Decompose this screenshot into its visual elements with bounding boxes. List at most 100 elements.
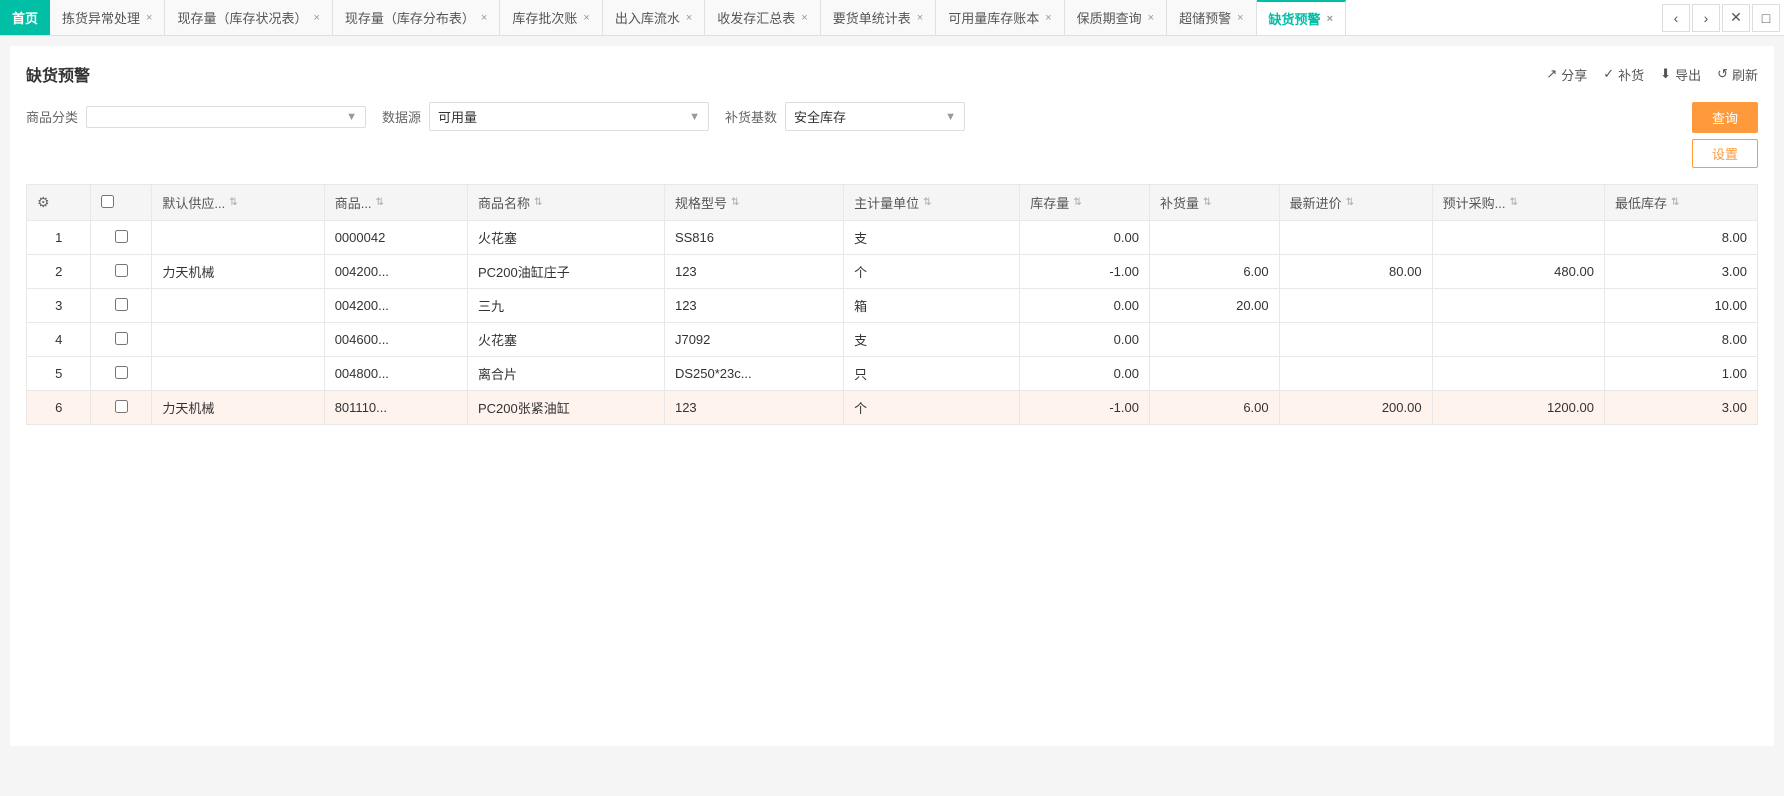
row-name: PC200张紧油缸 bbox=[467, 391, 664, 425]
tab-abnormal[interactable]: 拣货异常处理 × bbox=[50, 0, 165, 35]
row-checkbox-cell[interactable] bbox=[91, 221, 152, 255]
tab-window-restore-button[interactable]: ✕ bbox=[1722, 4, 1750, 32]
replenish-base-select[interactable]: 安全库存 ▼ bbox=[785, 102, 965, 131]
tab-close-batch[interactable]: × bbox=[583, 12, 589, 24]
tab-close-expiry[interactable]: × bbox=[1148, 12, 1154, 24]
row-checkbox[interactable] bbox=[115, 230, 128, 243]
share-button[interactable]: ↗ 分享 bbox=[1546, 65, 1587, 84]
row-code: 0000042 bbox=[324, 221, 467, 255]
row-estimated-purchase: 480.00 bbox=[1432, 255, 1604, 289]
row-supplier bbox=[152, 323, 324, 357]
row-latest-price: 200.00 bbox=[1279, 391, 1432, 425]
export-button[interactable]: ⬇ 导出 bbox=[1660, 65, 1701, 84]
tab-close-abnormal[interactable]: × bbox=[146, 12, 152, 24]
row-code: 801110... bbox=[324, 391, 467, 425]
row-stock: 0.00 bbox=[1020, 221, 1150, 255]
price-sort-icon[interactable]: ⇅ bbox=[1346, 197, 1354, 208]
row-estimated-purchase: 1200.00 bbox=[1432, 391, 1604, 425]
tab-close-shortage[interactable]: × bbox=[1327, 13, 1333, 25]
tab-prev-button[interactable]: ‹ bbox=[1662, 4, 1690, 32]
th-estimated-purchase: 预计采购... ⇅ bbox=[1432, 185, 1604, 221]
row-min-stock: 8.00 bbox=[1604, 221, 1757, 255]
setting-button[interactable]: 设置 bbox=[1692, 139, 1758, 168]
tab-inout[interactable]: 出入库流水 × bbox=[603, 0, 705, 35]
tab-home[interactable]: 首页 bbox=[0, 0, 50, 35]
tab-close-stock-status[interactable]: × bbox=[313, 12, 319, 24]
unit-sort-icon[interactable]: ⇅ bbox=[923, 197, 931, 208]
th-stock: 库存量 ⇅ bbox=[1020, 185, 1150, 221]
th-latest-price: 最新进价 ⇅ bbox=[1279, 185, 1432, 221]
tab-close-inout[interactable]: × bbox=[686, 12, 692, 24]
row-stock: 0.00 bbox=[1020, 357, 1150, 391]
row-checkbox[interactable] bbox=[115, 298, 128, 311]
category-chevron-icon: ▼ bbox=[346, 111, 357, 123]
tab-window-maximize-button[interactable]: □ bbox=[1752, 4, 1780, 32]
stock-sort-icon[interactable]: ⇅ bbox=[1073, 197, 1081, 208]
tab-receipt[interactable]: 收发存汇总表 × bbox=[705, 0, 820, 35]
tab-overstock[interactable]: 超储预警 × bbox=[1167, 0, 1256, 35]
tab-stock-status[interactable]: 现存量（库存状况表） × bbox=[165, 0, 332, 35]
row-checkbox-cell[interactable] bbox=[91, 391, 152, 425]
row-min-stock: 3.00 bbox=[1604, 391, 1757, 425]
tab-order-stat[interactable]: 要货单统计表 × bbox=[821, 0, 936, 35]
tab-stock-dist[interactable]: 现存量（库存分布表） × bbox=[333, 0, 500, 35]
row-spec: J7092 bbox=[664, 323, 843, 357]
replenish-button[interactable]: ✓ 补货 bbox=[1603, 65, 1644, 84]
tab-close-available[interactable]: × bbox=[1045, 12, 1051, 24]
min-sort-icon[interactable]: ⇅ bbox=[1671, 197, 1679, 208]
row-checkbox-cell[interactable] bbox=[91, 289, 152, 323]
row-checkbox[interactable] bbox=[115, 264, 128, 277]
th-checkbox[interactable] bbox=[91, 185, 152, 221]
row-seq: 5 bbox=[27, 357, 91, 391]
tab-expiry[interactable]: 保质期查询 × bbox=[1065, 0, 1167, 35]
row-checkbox[interactable] bbox=[115, 366, 128, 379]
row-supplier bbox=[152, 289, 324, 323]
row-stock: -1.00 bbox=[1020, 255, 1150, 289]
settings-gear-icon[interactable]: ⚙ bbox=[37, 194, 50, 210]
row-checkbox[interactable] bbox=[115, 332, 128, 345]
row-name: 火花塞 bbox=[467, 323, 664, 357]
tab-close-receipt[interactable]: × bbox=[801, 12, 807, 24]
replenish-base-value: 安全库存 bbox=[794, 107, 846, 126]
row-code: 004200... bbox=[324, 289, 467, 323]
query-button[interactable]: 查询 bbox=[1692, 102, 1758, 133]
supplier-sort-icon[interactable]: ⇅ bbox=[229, 197, 237, 208]
table-row[interactable]: 1 0000042 火花塞 SS816 支 0.00 8.00 bbox=[27, 221, 1758, 255]
row-checkbox-cell[interactable] bbox=[91, 255, 152, 289]
row-supplier: 力天机械 bbox=[152, 255, 324, 289]
tab-batch[interactable]: 库存批次账 × bbox=[500, 0, 602, 35]
replenish-sort-icon[interactable]: ⇅ bbox=[1203, 197, 1211, 208]
table-row[interactable]: 4 004600... 火花塞 J7092 支 0.00 8.00 bbox=[27, 323, 1758, 357]
tab-close-overstock[interactable]: × bbox=[1237, 12, 1243, 24]
spec-sort-icon[interactable]: ⇅ bbox=[731, 197, 739, 208]
refresh-button[interactable]: ↺ 刷新 bbox=[1717, 65, 1758, 84]
row-checkbox-cell[interactable] bbox=[91, 323, 152, 357]
tab-available[interactable]: 可用量库存账本 × bbox=[936, 0, 1064, 35]
row-unit: 支 bbox=[844, 221, 1020, 255]
row-estimated-purchase bbox=[1432, 357, 1604, 391]
row-min-stock: 3.00 bbox=[1604, 255, 1757, 289]
tab-shortage[interactable]: 缺货预警 × bbox=[1257, 0, 1346, 35]
row-latest-price: 80.00 bbox=[1279, 255, 1432, 289]
table-row[interactable]: 3 004200... 三九 123 箱 0.00 20.00 10.00 bbox=[27, 289, 1758, 323]
tab-next-button[interactable]: › bbox=[1692, 4, 1720, 32]
row-unit: 个 bbox=[844, 255, 1020, 289]
purchase-sort-icon[interactable]: ⇅ bbox=[1509, 197, 1517, 208]
tab-close-order-stat[interactable]: × bbox=[917, 12, 923, 24]
row-checkbox-cell[interactable] bbox=[91, 357, 152, 391]
select-all-checkbox[interactable] bbox=[101, 195, 114, 208]
datasource-select[interactable]: 可用量 ▼ bbox=[429, 102, 709, 131]
name-sort-icon[interactable]: ⇅ bbox=[534, 197, 542, 208]
row-estimated-purchase bbox=[1432, 289, 1604, 323]
tab-close-stock-dist[interactable]: × bbox=[481, 12, 487, 24]
table-row[interactable]: 6 力天机械 801110... PC200张紧油缸 123 个 -1.00 6… bbox=[27, 391, 1758, 425]
table-row[interactable]: 2 力天机械 004200... PC200油缸庄子 123 个 -1.00 6… bbox=[27, 255, 1758, 289]
code-sort-icon[interactable]: ⇅ bbox=[376, 197, 384, 208]
row-stock: 0.00 bbox=[1020, 289, 1150, 323]
replenish-base-chevron-icon: ▼ bbox=[945, 111, 956, 123]
th-settings[interactable]: ⚙ bbox=[27, 185, 91, 221]
category-select[interactable]: ▼ bbox=[86, 106, 366, 128]
table-row[interactable]: 5 004800... 离合片 DS250*23c... 只 0.00 1.00 bbox=[27, 357, 1758, 391]
row-estimated-purchase bbox=[1432, 323, 1604, 357]
row-checkbox[interactable] bbox=[115, 400, 128, 413]
